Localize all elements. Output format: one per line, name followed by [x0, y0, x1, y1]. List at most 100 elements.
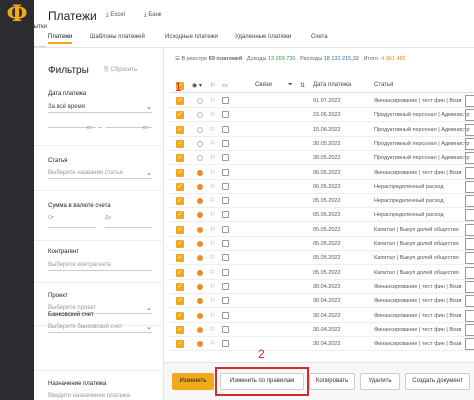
table-row[interactable]: ✓ ⚐ 06.05.2022 Финансирование | тест фин | …	[170, 166, 474, 180]
row-article: Продуктивный персонал | Администр	[374, 155, 470, 162]
table-row[interactable]: ✓ ⚐ 01.07.2022 Финансирование | тест фин | …	[170, 94, 474, 108]
chevron-down-icon: ⌄	[146, 324, 152, 331]
payment-date-select[interactable]: За всё время ⌄	[48, 104, 152, 113]
date-to-field[interactable]: ▭	[106, 125, 152, 131]
flag-icon[interactable]: ⚐	[210, 154, 215, 161]
tab-accounts[interactable]: Счета	[311, 34, 328, 40]
row-checkbox[interactable]: ✓	[176, 240, 184, 248]
table-row[interactable]: ✓ ⚐ 30.04.2022 Финансирование | тест фин | …	[170, 309, 474, 323]
calendar-icon	[222, 197, 229, 205]
reset-filters-button[interactable]: ⎘ Сбросить	[104, 67, 137, 74]
tab-source-payments[interactable]: Исходные платежи	[165, 34, 218, 40]
bank-button[interactable]: ⤓ Банк	[144, 12, 162, 19]
tab-templates[interactable]: Шаблоны платежей	[90, 34, 145, 40]
row-checkbox[interactable]: ✓	[176, 168, 184, 177]
calendar-icon	[222, 139, 229, 147]
row-checkbox[interactable]: ✓	[176, 197, 184, 206]
row-checkbox[interactable]: ✓	[176, 268, 184, 277]
flag-icon[interactable]: ⚐	[210, 197, 215, 204]
filters-panel: Фильтры ⎘ Сбросить Дата платежа За всё в…	[34, 48, 164, 400]
table-row[interactable]: ✓ ⚐ 30.04.2022 Финансирование | тест фин | …	[170, 280, 474, 294]
column-article[interactable]: Статья	[374, 82, 393, 88]
flag-icon[interactable]: ⚐	[210, 97, 215, 104]
project-placeholder: Выберите проект	[48, 305, 97, 311]
list-icon: ☰	[175, 56, 180, 62]
row-checkbox[interactable]: ✓	[176, 340, 184, 349]
date-from-field[interactable]: ▭	[48, 125, 96, 131]
tab-deleted-payments[interactable]: Удаленные платежи	[235, 34, 291, 40]
create-document-button[interactable]: Создать документ	[405, 373, 470, 390]
row-checkbox[interactable]: ✓	[176, 297, 184, 306]
flag-icon[interactable]: ⚐	[210, 126, 215, 133]
table-row[interactable]: ✓ ⚐ 23.06.2022 Продуктивный персонал | Адми…	[170, 108, 474, 123]
calendar-icon	[222, 168, 229, 176]
bank-account-select[interactable]: Выберите банковский счет ⌄	[48, 324, 152, 333]
column-links[interactable]: Связи	[255, 82, 272, 88]
row-checkbox[interactable]: ✓	[176, 254, 184, 263]
flag-icon[interactable]: ⚐	[210, 240, 215, 247]
flag-icon[interactable]: ⚐	[210, 312, 215, 319]
column-date[interactable]: Дата платежа	[313, 82, 351, 88]
row-date: 05.05.2022	[313, 226, 341, 233]
row-checkbox[interactable]: ✓	[176, 182, 184, 191]
excel-button[interactable]: ⤓ Excel	[106, 12, 125, 19]
project-label: Проект	[48, 293, 68, 299]
sum-from-input[interactable]	[48, 225, 96, 228]
table-row[interactable]: ✓ ⚐ 05.05.2022 Капитал | Выкуп долей общест…	[170, 266, 474, 280]
table-row[interactable]: ✓ ⚐ 06.05.2022 Нераспределенный расход	[170, 180, 474, 194]
filter-icon[interactable]: ⏷	[288, 82, 293, 89]
row-checkbox[interactable]: ✓	[176, 325, 184, 334]
flag-column-icon[interactable]: ⚐	[210, 82, 215, 89]
row-checkbox[interactable]: ✓	[176, 311, 184, 320]
flag-icon[interactable]: ⚐	[210, 326, 215, 333]
flag-icon[interactable]: ⚐	[210, 111, 215, 118]
status-column-icon[interactable]: ◉ ▾	[192, 82, 202, 89]
flag-icon[interactable]: ⚐	[210, 211, 215, 218]
flag-icon[interactable]: ⚐	[210, 340, 215, 347]
app-logo[interactable]: Ф	[0, 0, 34, 28]
row-checkbox[interactable]: ✓	[176, 225, 184, 234]
flag-icon[interactable]: ⚐	[210, 169, 215, 176]
row-checkbox[interactable]: ✓	[176, 211, 184, 220]
purpose-input[interactable]: Введите назначение платежа	[48, 393, 152, 400]
flag-icon[interactable]: ⚐	[210, 226, 215, 233]
delete-button[interactable]: Удалить	[360, 373, 400, 390]
bank-account-placeholder: Выберите банковский счет	[48, 324, 123, 330]
flag-icon[interactable]: ⚐	[210, 283, 215, 290]
table-row[interactable]: ✓ ⚐ 30.05.2022 Продуктивный персонал | Адми…	[170, 137, 474, 151]
row-article: Финансирование | тест фин | Возв	[374, 341, 462, 348]
table-row[interactable]: ✓ ⚐ 30.04.2022 Финансирование | тест фин | …	[170, 337, 474, 352]
sort-icon[interactable]: ⇅	[300, 82, 305, 89]
copy-button[interactable]: Копировать	[309, 373, 355, 390]
table-row[interactable]: ✓ ⚐ 05.05.2022 Капитал | Выкуп долей общест…	[170, 237, 474, 251]
flag-icon[interactable]: ⚐	[210, 254, 215, 261]
status-dot-icon	[197, 226, 203, 233]
row-checkbox[interactable]: ✓	[176, 282, 184, 291]
row-article: Продуктивный персонал | Администр	[374, 140, 470, 147]
calendar-column-icon[interactable]: ▭	[222, 82, 228, 89]
table-row[interactable]: ✓ ⚐ 30.05.2022 Продуктивный персонал | Адми…	[170, 151, 474, 166]
row-checkbox[interactable]: ✓	[176, 154, 184, 163]
table-row[interactable]: ✓ ⚐ 05.05.2022 Нераспределенный расход	[170, 194, 474, 209]
flag-icon[interactable]: ⚐	[210, 183, 215, 190]
flag-icon[interactable]: ⚐	[210, 269, 215, 276]
row-checkbox[interactable]: ✓	[176, 111, 184, 120]
flag-icon[interactable]: ⚐	[210, 140, 215, 147]
table-row[interactable]: ✓ ⚐ 05.05.2022 Нераспределенный расход	[170, 208, 474, 223]
row-checkbox[interactable]: ✓	[176, 125, 184, 134]
change-button[interactable]: Изменить	[172, 373, 214, 390]
counterparty-select[interactable]: Выберите контрагента	[48, 262, 152, 271]
sum-to-input[interactable]	[105, 225, 152, 228]
table-row[interactable]: ✓ ⚐ 05.05.2022 Капитал | Выкуп долей общест…	[170, 251, 474, 266]
table-row[interactable]: ✓ ⚐ 15.06.2022 Продуктивный персонал | Адми…	[170, 123, 474, 137]
article-select[interactable]: Выберите название статьи ⌄	[48, 170, 152, 179]
page-title: Платежи	[48, 9, 97, 23]
tab-payments[interactable]: Платежи	[48, 34, 73, 44]
row-checkbox[interactable]: ✓	[176, 139, 184, 148]
table-row[interactable]: ✓ ⚐ 30.04.2022 Финансирование | тест фин | …	[170, 294, 474, 309]
row-checkbox[interactable]: ✓	[176, 97, 184, 105]
flag-icon[interactable]: ⚐	[210, 297, 215, 304]
table-row[interactable]: ✓ ⚐ 30.04.2022 Финансирование | тест фин | …	[170, 323, 474, 337]
row-extra-cell	[465, 223, 474, 236]
table-row[interactable]: ✓ ⚐ 05.05.2022 Капитал | Выкуп долей общест…	[170, 223, 474, 237]
